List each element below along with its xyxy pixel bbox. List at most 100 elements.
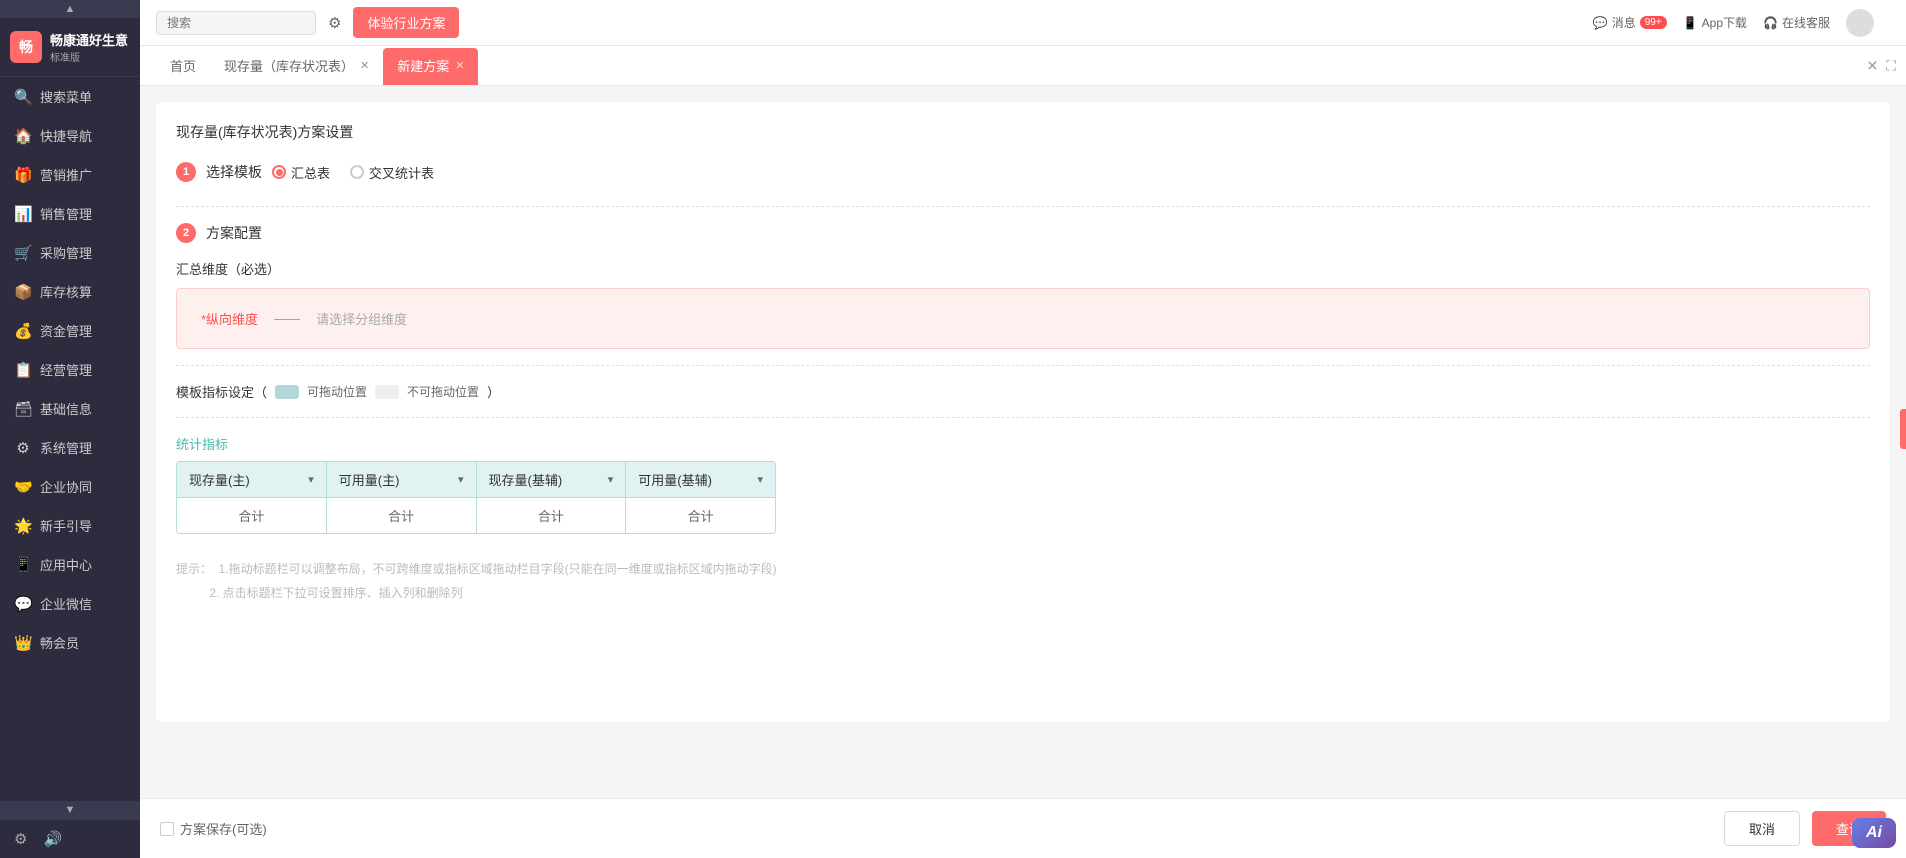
stats-col-chevron-1[interactable]: ▾ (458, 473, 464, 486)
step1-header: 1 选择模板 汇总表 交叉统计表 (176, 162, 1870, 182)
cancel-button[interactable]: 取消 (1724, 811, 1800, 846)
sidebar-item-inventory[interactable]: 📦 库存核算 (0, 272, 140, 311)
ai-fab-button[interactable]: Ai (1852, 818, 1896, 848)
sidebar-nav: 🔍 搜索菜单 🏠 快捷导航 🎁 营销推广 📊 销售管理 🛒 采购管理 📦 库存核… (0, 77, 140, 801)
user-avatar[interactable] (1846, 9, 1874, 37)
ops-icon: 📋 (14, 361, 32, 379)
stats-col-chevron-2[interactable]: ▾ (608, 473, 614, 486)
cart-icon: 🛒 (14, 244, 32, 262)
stats-col-header-0[interactable]: 现存量(主) ▾ (177, 462, 327, 497)
movable-legend-text: 可拖动位置 (307, 383, 367, 400)
tab-new-scheme[interactable]: 新建方案 ✕ (383, 48, 478, 85)
tab-inventory-status[interactable]: 现存量（库存状况表） ✕ (210, 48, 383, 85)
stats-table-body: 合计 合计 合计 合计 (177, 497, 775, 533)
save-checkbox-label: 方案保存(可选) (180, 819, 267, 838)
tab-inventory-status-label: 现存量（库存状况表） (224, 56, 354, 75)
sidebar-scroll-down[interactable]: ▼ (0, 801, 140, 819)
stats-col-header-3[interactable]: 可用量(基辅) ▾ (626, 462, 775, 497)
search-input[interactable] (156, 11, 316, 35)
app-icon: 📱 (14, 556, 32, 574)
settings-footer-icon[interactable]: ⚙ (14, 830, 27, 848)
dimension-required-area[interactable]: *纵向维度 —— 请选择分组维度 (176, 288, 1870, 349)
drag-handle[interactable] (1900, 409, 1906, 449)
sidebar-item-system[interactable]: ⚙ 系统管理 (0, 428, 140, 467)
sidebar-item-basic[interactable]: 🗃 基础信息 (0, 389, 140, 428)
tabbar-controls: ✕ ⛶ (1866, 57, 1896, 74)
section-divider-2 (176, 365, 1870, 366)
stats-col-body-label-3: 合计 (688, 506, 714, 525)
stats-section: 统计指标 现存量(主) ▾ 可用量(主) ▾ (176, 434, 1870, 537)
tips-section: 提示： 1.拖动标题栏可以调整布局，不可跨维度或指标区域拖动栏目字段(只能在同一… (176, 557, 1870, 605)
sidebar-item-agreement[interactable]: 🤝 企业协同 (0, 467, 140, 506)
headset-icon: 🎧 (1763, 16, 1778, 30)
sidebar-item-newbie-label: 新手引导 (40, 516, 92, 535)
stats-section-title: 统计指标 (176, 434, 1870, 453)
sidebar-item-member[interactable]: 👑 畅会员 (0, 623, 140, 662)
stats-col-chevron-0[interactable]: ▾ (308, 473, 314, 486)
radio-summary-circle (272, 165, 286, 179)
stats-col-body-1: 合计 (327, 497, 477, 533)
stats-table-header: 现存量(主) ▾ 可用量(主) ▾ 现存量(基辅) ▾ (177, 462, 775, 497)
stats-col-body-0: 合计 (177, 497, 327, 533)
tab-home[interactable]: 首页 (156, 48, 210, 85)
app-logo-text: 畅康通好生意 标准版 (50, 30, 128, 64)
step2-badge: 2 (176, 223, 196, 243)
sidebar-item-search-label: 搜索菜单 (40, 87, 92, 106)
experience-btn[interactable]: 体验行业方案 (353, 7, 459, 38)
radio-summary-dot (276, 169, 283, 176)
save-checkbox[interactable]: 方案保存(可选) (160, 819, 267, 838)
stats-col-body-2: 合计 (477, 497, 627, 533)
money-icon: 💰 (14, 322, 32, 340)
tab-new-scheme-close[interactable]: ✕ (455, 59, 464, 72)
radio-summary[interactable]: 汇总表 (272, 163, 330, 182)
speaker-footer-icon[interactable]: 🔊 (43, 830, 62, 848)
indicator-settings: 模板指标设定（ 可拖动位置 不可拖动位置 ） (176, 382, 1870, 401)
sidebar-item-wechat[interactable]: 💬 企业微信 (0, 584, 140, 623)
tab-expand-icon[interactable]: ⛶ (1886, 57, 1896, 74)
dimension-placeholder: 请选择分组维度 (316, 309, 407, 328)
topbar-gear-icon[interactable]: ⚙ (328, 14, 341, 32)
wechat-icon: 💬 (14, 595, 32, 613)
stats-col-header-1[interactable]: 可用量(主) ▾ (327, 462, 477, 497)
sidebar-item-appstore-label: 应用中心 (40, 555, 92, 574)
main-area: ⚙ 体验行业方案 💬 消息 99+ 📱 App下载 🎧 在线客服 首页 (140, 0, 1906, 858)
sidebar-item-member-label: 畅会员 (40, 633, 79, 652)
app-download-btn[interactable]: 📱 App下载 (1683, 14, 1747, 31)
stats-col-chevron-3[interactable]: ▾ (757, 473, 763, 486)
sidebar-item-sales[interactable]: 📊 销售管理 (0, 194, 140, 233)
radio-cross[interactable]: 交叉统计表 (350, 163, 434, 182)
gift-icon: 🎁 (14, 166, 32, 184)
sidebar-item-finance[interactable]: 💰 资金管理 (0, 311, 140, 350)
dimension-field-label: *纵向维度 (201, 309, 258, 328)
dimension-arrow: —— (274, 311, 300, 326)
stats-col-body-label-0: 合计 (238, 506, 264, 525)
stats-col-header-2[interactable]: 现存量(基辅) ▾ (477, 462, 627, 497)
sidebar-item-ops[interactable]: 📋 经营管理 (0, 350, 140, 389)
sidebar-item-marketing-label: 营销推广 (40, 165, 92, 184)
sidebar-item-appstore[interactable]: 📱 应用中心 (0, 545, 140, 584)
sidebar-item-agreement-label: 企业协同 (40, 477, 92, 496)
dimension-label: 汇总维度（必选） (176, 259, 1870, 278)
tab-close-all-icon[interactable]: ✕ (1866, 57, 1878, 74)
sidebar-item-shortcut[interactable]: 🏠 快捷导航 (0, 116, 140, 155)
online-service-btn[interactable]: 🎧 在线客服 (1763, 14, 1830, 31)
messages-btn[interactable]: 💬 消息 99+ (1593, 14, 1667, 31)
chart-icon: 📊 (14, 205, 32, 223)
tip-1: 提示： 1.拖动标题栏可以调整布局，不可跨维度或指标区域拖动栏目字段(只能在同一… (176, 557, 1870, 581)
app-logo-icon: 畅 (10, 31, 42, 63)
section-divider-1 (176, 206, 1870, 207)
sidebar-item-newbie[interactable]: 🌟 新手引导 (0, 506, 140, 545)
sidebar-item-purchase[interactable]: 🛒 采购管理 (0, 233, 140, 272)
tab-inventory-status-close[interactable]: ✕ (360, 59, 369, 72)
sidebar-item-search[interactable]: 🔍 搜索菜单 (0, 77, 140, 116)
sidebar-item-marketing[interactable]: 🎁 营销推广 (0, 155, 140, 194)
handshake-icon: 🤝 (14, 478, 32, 496)
sidebar-logo: 畅 畅康通好生意 标准版 (0, 18, 140, 77)
tip-2: 2. 点击标题栏下拉可设置排序、插入列和删除列 (176, 581, 1870, 605)
sidebar-footer: ⚙ 🔊 (0, 819, 140, 858)
sidebar-item-basic-label: 基础信息 (40, 399, 92, 418)
stats-col-body-label-1: 合计 (388, 506, 414, 525)
tab-home-label: 首页 (170, 56, 196, 75)
sidebar-scroll-up[interactable]: ▲ (0, 0, 140, 18)
sidebar-item-wechat-label: 企业微信 (40, 594, 92, 613)
